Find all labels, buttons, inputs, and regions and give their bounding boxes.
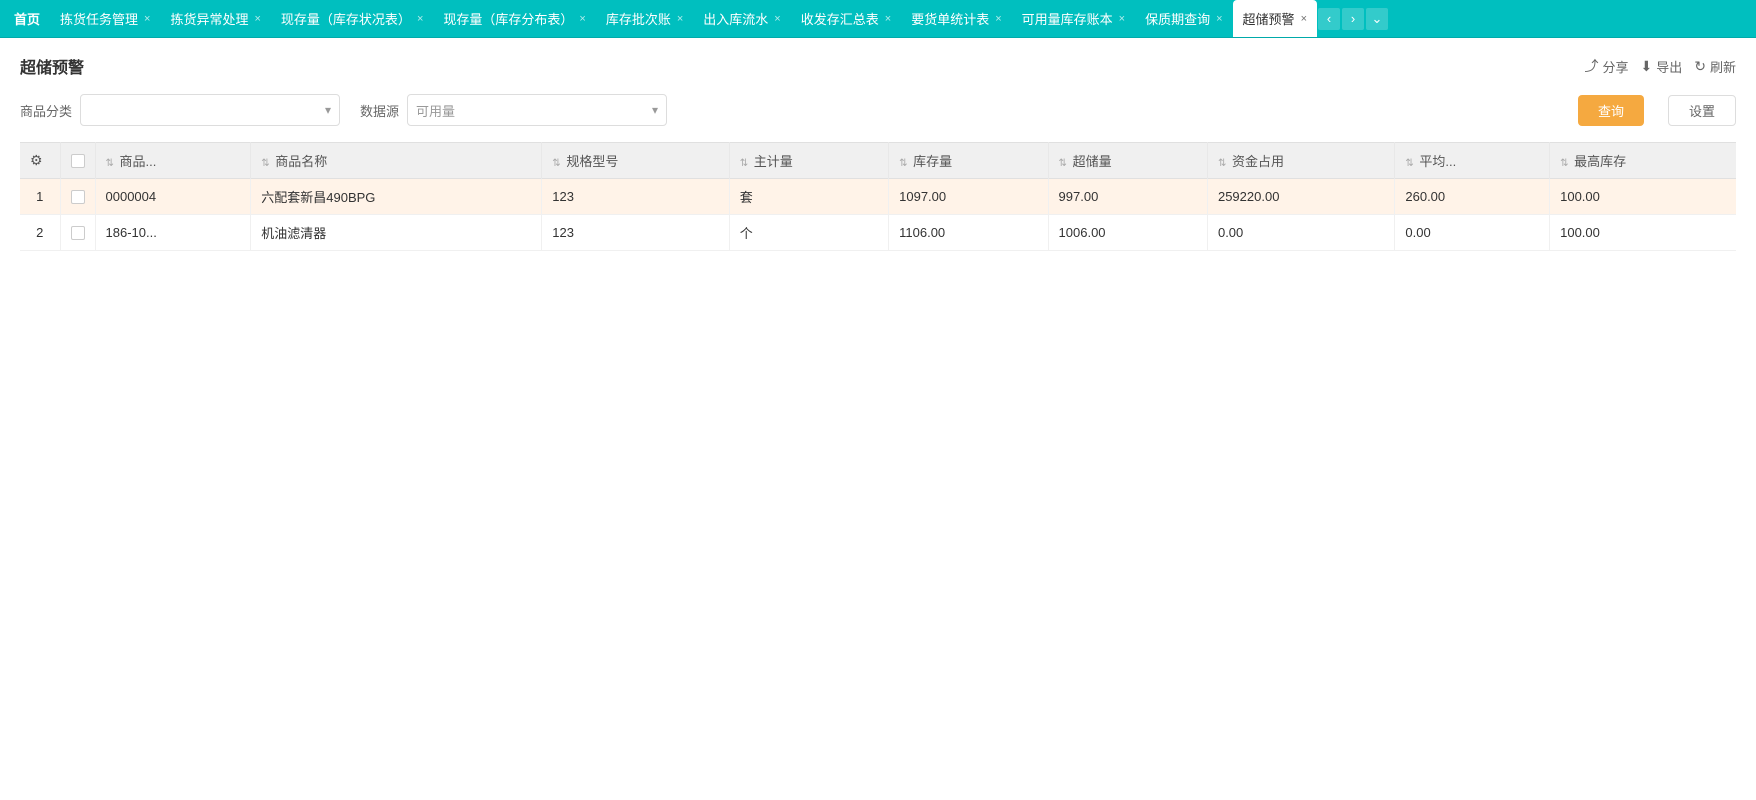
- sort-icon: ⇅: [740, 158, 748, 169]
- export-icon: ⬇: [1641, 58, 1653, 75]
- sort-icon: ⇅: [106, 158, 114, 169]
- sort-icon: ⇅: [552, 158, 560, 169]
- datasource-label: 数据源: [360, 101, 399, 120]
- page-header: 超储预警 ⤴ 分享 ⬇ 导出 ↻ 刷新: [20, 54, 1736, 78]
- header-actions: ⤴ 分享 ⬇ 导出 ↻ 刷新: [1584, 56, 1736, 76]
- page-title: 超储预警: [20, 54, 84, 78]
- category-filter: 商品分类 ▾: [20, 94, 340, 126]
- row-avg: 260.00: [1395, 179, 1550, 215]
- nav-tab-0[interactable]: 拣货任务管理 ×: [50, 0, 160, 38]
- sort-icon: ⇅: [1059, 158, 1067, 169]
- select-all-checkbox[interactable]: [71, 154, 85, 168]
- close-icon[interactable]: ×: [1216, 13, 1222, 25]
- refresh-button[interactable]: ↻ 刷新: [1694, 57, 1736, 76]
- row-spec: 123: [542, 215, 729, 251]
- col-unit[interactable]: ⇅ 主计量: [729, 143, 888, 179]
- sort-icon: ⇅: [1405, 158, 1413, 169]
- nav-tab-7[interactable]: 要货单统计表 ×: [901, 0, 1011, 38]
- close-icon[interactable]: ×: [885, 13, 891, 25]
- row-product-code: 186-10...: [95, 215, 251, 251]
- nav-tab-5[interactable]: 出入库流水 ×: [693, 0, 790, 38]
- col-avg[interactable]: ⇅ 平均...: [1395, 143, 1550, 179]
- share-icon: ⤴: [1584, 56, 1598, 76]
- filter-row: 商品分类 ▾ 数据源 可用量 ▾ 查询 设置: [20, 94, 1736, 126]
- sort-icon: ⇅: [1218, 158, 1226, 169]
- row-overstock: 997.00: [1048, 179, 1207, 215]
- nav-menu-arrow[interactable]: ⌄: [1366, 8, 1388, 30]
- col-max-stock[interactable]: ⇅ 最高库存: [1550, 143, 1736, 179]
- table-header-row: ⚙ ⇅ 商品... ⇅ 商品名称 ⇅ 规格型号 ⇅ 主计: [20, 143, 1736, 179]
- row-index: 1: [20, 179, 60, 215]
- row-checkbox-cell[interactable]: [60, 215, 95, 251]
- datasource-filter: 数据源 可用量 ▾: [360, 94, 667, 126]
- row-checkbox[interactable]: [71, 226, 85, 240]
- row-max-stock: 100.00: [1550, 179, 1736, 215]
- close-icon[interactable]: ×: [1119, 13, 1125, 25]
- table-gear-header[interactable]: ⚙: [20, 143, 60, 179]
- refresh-icon: ↻: [1694, 58, 1706, 75]
- col-overstock[interactable]: ⇅ 超储量: [1048, 143, 1207, 179]
- close-icon[interactable]: ×: [417, 13, 423, 25]
- close-icon[interactable]: ×: [995, 13, 1001, 25]
- nav-tab-4[interactable]: 库存批次账 ×: [596, 0, 693, 38]
- col-capital[interactable]: ⇅ 资金占用: [1207, 143, 1394, 179]
- data-table: ⚙ ⇅ 商品... ⇅ 商品名称 ⇅ 规格型号 ⇅ 主计: [20, 142, 1736, 251]
- row-spec: 123: [542, 179, 729, 215]
- row-index: 2: [20, 215, 60, 251]
- col-product-name[interactable]: ⇅ 商品名称: [251, 143, 542, 179]
- close-icon[interactable]: ×: [1301, 13, 1307, 25]
- row-max-stock: 100.00: [1550, 215, 1736, 251]
- nav-tab-8[interactable]: 可用量库存账本 ×: [1012, 0, 1135, 38]
- chevron-down-icon: ▾: [652, 103, 658, 117]
- nav-next-arrow[interactable]: ›: [1342, 8, 1364, 30]
- row-stock: 1106.00: [889, 215, 1048, 251]
- col-product-code[interactable]: ⇅ 商品...: [95, 143, 251, 179]
- row-product-name: 六配套新昌490BPG: [251, 179, 542, 215]
- chevron-down-icon: ▾: [325, 103, 331, 117]
- nav-tab-6[interactable]: 收发存汇总表 ×: [791, 0, 901, 38]
- row-product-code: 0000004: [95, 179, 251, 215]
- sort-icon: ⇅: [261, 158, 269, 169]
- col-spec[interactable]: ⇅ 规格型号: [542, 143, 729, 179]
- datasource-select[interactable]: 可用量 ▾: [407, 94, 667, 126]
- settings-button[interactable]: 设置: [1668, 95, 1736, 126]
- row-product-name: 机油滤清器: [251, 215, 542, 251]
- page-content: 超储预警 ⤴ 分享 ⬇ 导出 ↻ 刷新 商品分类 ▾ 数据源: [0, 38, 1756, 800]
- category-select[interactable]: ▾: [80, 94, 340, 126]
- row-unit: 套: [729, 179, 888, 215]
- row-unit: 个: [729, 215, 888, 251]
- table-row[interactable]: 1 0000004 六配套新昌490BPG 123 套 1097.00 997.…: [20, 179, 1736, 215]
- nav-home[interactable]: 首页: [4, 0, 50, 38]
- row-capital: 259220.00: [1207, 179, 1394, 215]
- sort-icon: ⇅: [899, 158, 907, 169]
- top-nav: 首页 拣货任务管理 × 拣货异常处理 × 现存量（库存状况表） × 现存量（库存…: [0, 0, 1756, 38]
- table-checkbox-header[interactable]: [60, 143, 95, 179]
- close-icon[interactable]: ×: [677, 13, 683, 25]
- table-row[interactable]: 2 186-10... 机油滤清器 123 个 1106.00 1006.00 …: [20, 215, 1736, 251]
- row-avg: 0.00: [1395, 215, 1550, 251]
- row-overstock: 1006.00: [1048, 215, 1207, 251]
- sort-icon: ⇅: [1560, 158, 1568, 169]
- nav-tab-2[interactable]: 现存量（库存状况表） ×: [271, 0, 433, 38]
- export-button[interactable]: ⬇ 导出: [1641, 57, 1683, 76]
- col-stock[interactable]: ⇅ 库存量: [889, 143, 1048, 179]
- row-checkbox-cell[interactable]: [60, 179, 95, 215]
- category-label: 商品分类: [20, 101, 72, 120]
- close-icon[interactable]: ×: [579, 13, 585, 25]
- row-stock: 1097.00: [889, 179, 1048, 215]
- nav-tab-9[interactable]: 保质期查询 ×: [1135, 0, 1232, 38]
- row-checkbox[interactable]: [71, 190, 85, 204]
- nav-tab-1[interactable]: 拣货异常处理 ×: [160, 0, 270, 38]
- share-button[interactable]: ⤴ 分享: [1584, 56, 1628, 76]
- row-capital: 0.00: [1207, 215, 1394, 251]
- close-icon[interactable]: ×: [144, 13, 150, 25]
- query-button[interactable]: 查询: [1578, 95, 1644, 126]
- nav-prev-arrow[interactable]: ‹: [1318, 8, 1340, 30]
- nav-tab-3[interactable]: 现存量（库存分布表） ×: [433, 0, 595, 38]
- nav-tab-10[interactable]: 超储预警 ×: [1233, 0, 1317, 38]
- close-icon[interactable]: ×: [254, 13, 260, 25]
- close-icon[interactable]: ×: [774, 13, 780, 25]
